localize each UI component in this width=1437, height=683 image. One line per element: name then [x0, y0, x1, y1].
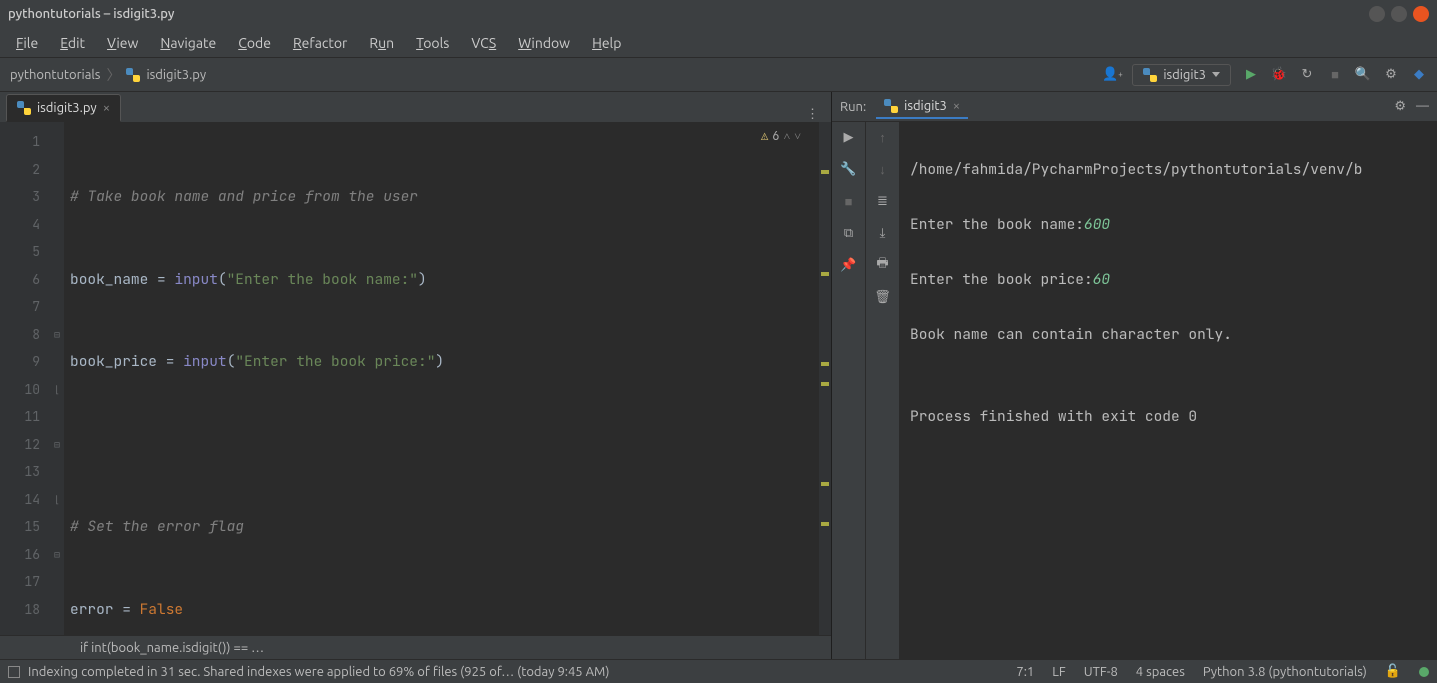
- editor-tab[interactable]: isdigit3.py ×: [6, 94, 121, 122]
- window-title: pythontutorials – isdigit3.py: [8, 7, 174, 21]
- run-label: Run:: [840, 100, 866, 114]
- print-icon[interactable]: 🖶: [874, 256, 892, 274]
- python-file-icon: [17, 101, 31, 115]
- tool-window-toggle-icon[interactable]: [8, 666, 20, 678]
- python-interpreter[interactable]: Python 3.8 (pythontutorials): [1203, 665, 1367, 679]
- run-settings-icon[interactable]: ⚙: [1394, 99, 1406, 114]
- rerun-button[interactable]: ▶: [840, 128, 858, 146]
- close-tab-icon[interactable]: ×: [953, 99, 960, 113]
- fold-end-icon[interactable]: ⌊: [50, 376, 64, 404]
- fold-end-icon[interactable]: ⌊: [50, 486, 64, 514]
- hide-panel-icon[interactable]: —: [1416, 99, 1429, 114]
- clear-all-icon[interactable]: 🗑: [874, 288, 892, 306]
- run-config-name: isdigit3: [1163, 68, 1206, 82]
- add-user-icon[interactable]: 👤+: [1104, 67, 1120, 83]
- menu-edit[interactable]: Edit: [50, 31, 95, 55]
- run-config-selector[interactable]: isdigit3: [1132, 64, 1231, 86]
- search-everywhere-button[interactable]: 🔍: [1355, 67, 1371, 83]
- menu-window[interactable]: Window: [508, 31, 580, 55]
- fold-gutter[interactable]: ⊟ ⌊ ⊟ ⌊ ⊟: [50, 122, 64, 635]
- structure-breadcrumb[interactable]: if int(book_name.isdigit()) == …: [0, 635, 831, 659]
- menu-tools[interactable]: Tools: [406, 31, 459, 55]
- python-file-icon: [126, 68, 140, 82]
- editor-tab-label: isdigit3.py: [37, 101, 97, 115]
- menu-vcs[interactable]: VCS: [461, 31, 506, 55]
- layout-icon[interactable]: ⧉: [840, 224, 858, 242]
- structure-breadcrumb-text: if int(book_name.isdigit()) == …: [80, 641, 264, 655]
- run-action-toolbar-right: ↑ ↓ ≣ ⤓ 🖶 🗑: [866, 122, 900, 659]
- breadcrumb: pythontutorials 〉 isdigit3.py: [10, 65, 206, 85]
- settings-button[interactable]: ⚙: [1383, 67, 1399, 83]
- menubar: File Edit View Navigate Code Refactor Ru…: [0, 28, 1437, 58]
- menu-view[interactable]: View: [97, 31, 148, 55]
- stop-button[interactable]: ■: [1327, 67, 1343, 83]
- pin-icon[interactable]: 📌: [840, 256, 858, 274]
- status-bar: Indexing completed in 31 sec. Shared ind…: [0, 659, 1437, 683]
- main-split: isdigit3.py × ⋮ ⚠ 6 ˄ ˅ 1234567891011121…: [0, 92, 1437, 659]
- chevron-up-icon[interactable]: ˄: [783, 128, 790, 144]
- console-line: Book name can contain character only.: [910, 321, 1427, 349]
- ide-update-icon[interactable]: ◆: [1411, 67, 1427, 83]
- console-line: Enter the book name:600: [910, 211, 1427, 239]
- code-text[interactable]: # Take book name and price from the user…: [64, 122, 819, 635]
- warning-count: 6: [772, 128, 779, 144]
- navigation-toolbar: pythontutorials 〉 isdigit3.py 👤+ isdigit…: [0, 58, 1437, 92]
- menu-help[interactable]: Help: [582, 31, 631, 55]
- code-editor[interactable]: ⚠ 6 ˄ ˅ 123456789101112131415161718 ⊟ ⌊ …: [0, 122, 831, 635]
- arrow-down-icon[interactable]: ↓: [874, 160, 892, 178]
- modify-run-config-icon[interactable]: 🔧: [840, 160, 858, 178]
- editor-pane: isdigit3.py × ⋮ ⚠ 6 ˄ ˅ 1234567891011121…: [0, 92, 832, 659]
- file-encoding[interactable]: UTF-8: [1084, 665, 1118, 679]
- menu-navigate[interactable]: Navigate: [150, 31, 226, 55]
- run-button[interactable]: ▶: [1243, 67, 1259, 83]
- console-line: Enter the book price:60: [910, 266, 1427, 294]
- run-tab-label: isdigit3: [904, 99, 947, 113]
- window-close-button[interactable]: [1413, 6, 1429, 22]
- window-titlebar: pythontutorials – isdigit3.py: [0, 0, 1437, 28]
- run-header: Run: isdigit3 × ⚙ —: [832, 92, 1437, 122]
- python-file-icon: [884, 99, 898, 113]
- chevron-down-icon[interactable]: ˅: [794, 128, 801, 144]
- close-tab-icon[interactable]: ×: [103, 101, 110, 115]
- breadcrumb-separator-icon: 〉: [106, 65, 120, 85]
- background-tasks-indicator-icon[interactable]: [1419, 667, 1429, 677]
- run-action-toolbar-left: ▶ 🔧 ■ ⧉ 📌: [832, 122, 866, 659]
- line-separator[interactable]: LF: [1052, 665, 1065, 679]
- indent-settings[interactable]: 4 spaces: [1136, 665, 1185, 679]
- menu-run[interactable]: Run: [359, 31, 404, 55]
- scroll-to-end-icon[interactable]: ⤓: [874, 224, 892, 242]
- editor-tabs: isdigit3.py × ⋮: [0, 92, 831, 122]
- fold-toggle-icon[interactable]: ⊟: [50, 541, 64, 569]
- fold-toggle-icon[interactable]: ⊟: [50, 321, 64, 349]
- breadcrumb-root[interactable]: pythontutorials: [10, 68, 100, 82]
- chevron-down-icon: [1212, 72, 1220, 77]
- menu-refactor[interactable]: Refactor: [283, 31, 357, 55]
- coverage-button[interactable]: ↻: [1299, 67, 1315, 83]
- caret-position[interactable]: 7:1: [1016, 665, 1034, 679]
- status-message: Indexing completed in 31 sec. Shared ind…: [28, 665, 609, 679]
- breadcrumb-file[interactable]: isdigit3.py: [146, 68, 206, 82]
- editor-marker-stripe[interactable]: [819, 122, 831, 635]
- run-tool-window: Run: isdigit3 × ⚙ — ▶ 🔧 ■ ⧉ 📌 ↑ ↓: [832, 92, 1437, 659]
- run-tab[interactable]: isdigit3 ×: [876, 95, 968, 119]
- editor-tabs-more-icon[interactable]: ⋮: [806, 107, 821, 122]
- readonly-lock-icon[interactable]: 🔓: [1385, 664, 1401, 679]
- debug-button[interactable]: 🐞: [1271, 67, 1287, 83]
- console-output[interactable]: /home/fahmida/PycharmProjects/pythontuto…: [900, 122, 1437, 659]
- window-minimize-button[interactable]: [1369, 6, 1385, 22]
- warning-icon: ⚠: [761, 128, 768, 144]
- arrow-up-icon[interactable]: ↑: [874, 128, 892, 146]
- window-maximize-button[interactable]: [1391, 6, 1407, 22]
- console-line: /home/fahmida/PycharmProjects/pythontuto…: [910, 156, 1427, 184]
- line-number-gutter[interactable]: 123456789101112131415161718: [0, 122, 50, 635]
- soft-wrap-icon[interactable]: ≣: [874, 192, 892, 210]
- fold-toggle-icon[interactable]: ⊟: [50, 431, 64, 459]
- stop-button[interactable]: ■: [840, 192, 858, 210]
- menu-file[interactable]: File: [6, 31, 48, 55]
- console-line: Process finished with exit code 0: [910, 403, 1427, 431]
- menu-code[interactable]: Code: [228, 31, 281, 55]
- inspection-widget[interactable]: ⚠ 6 ˄ ˅: [761, 128, 801, 144]
- python-file-icon: [1143, 68, 1157, 82]
